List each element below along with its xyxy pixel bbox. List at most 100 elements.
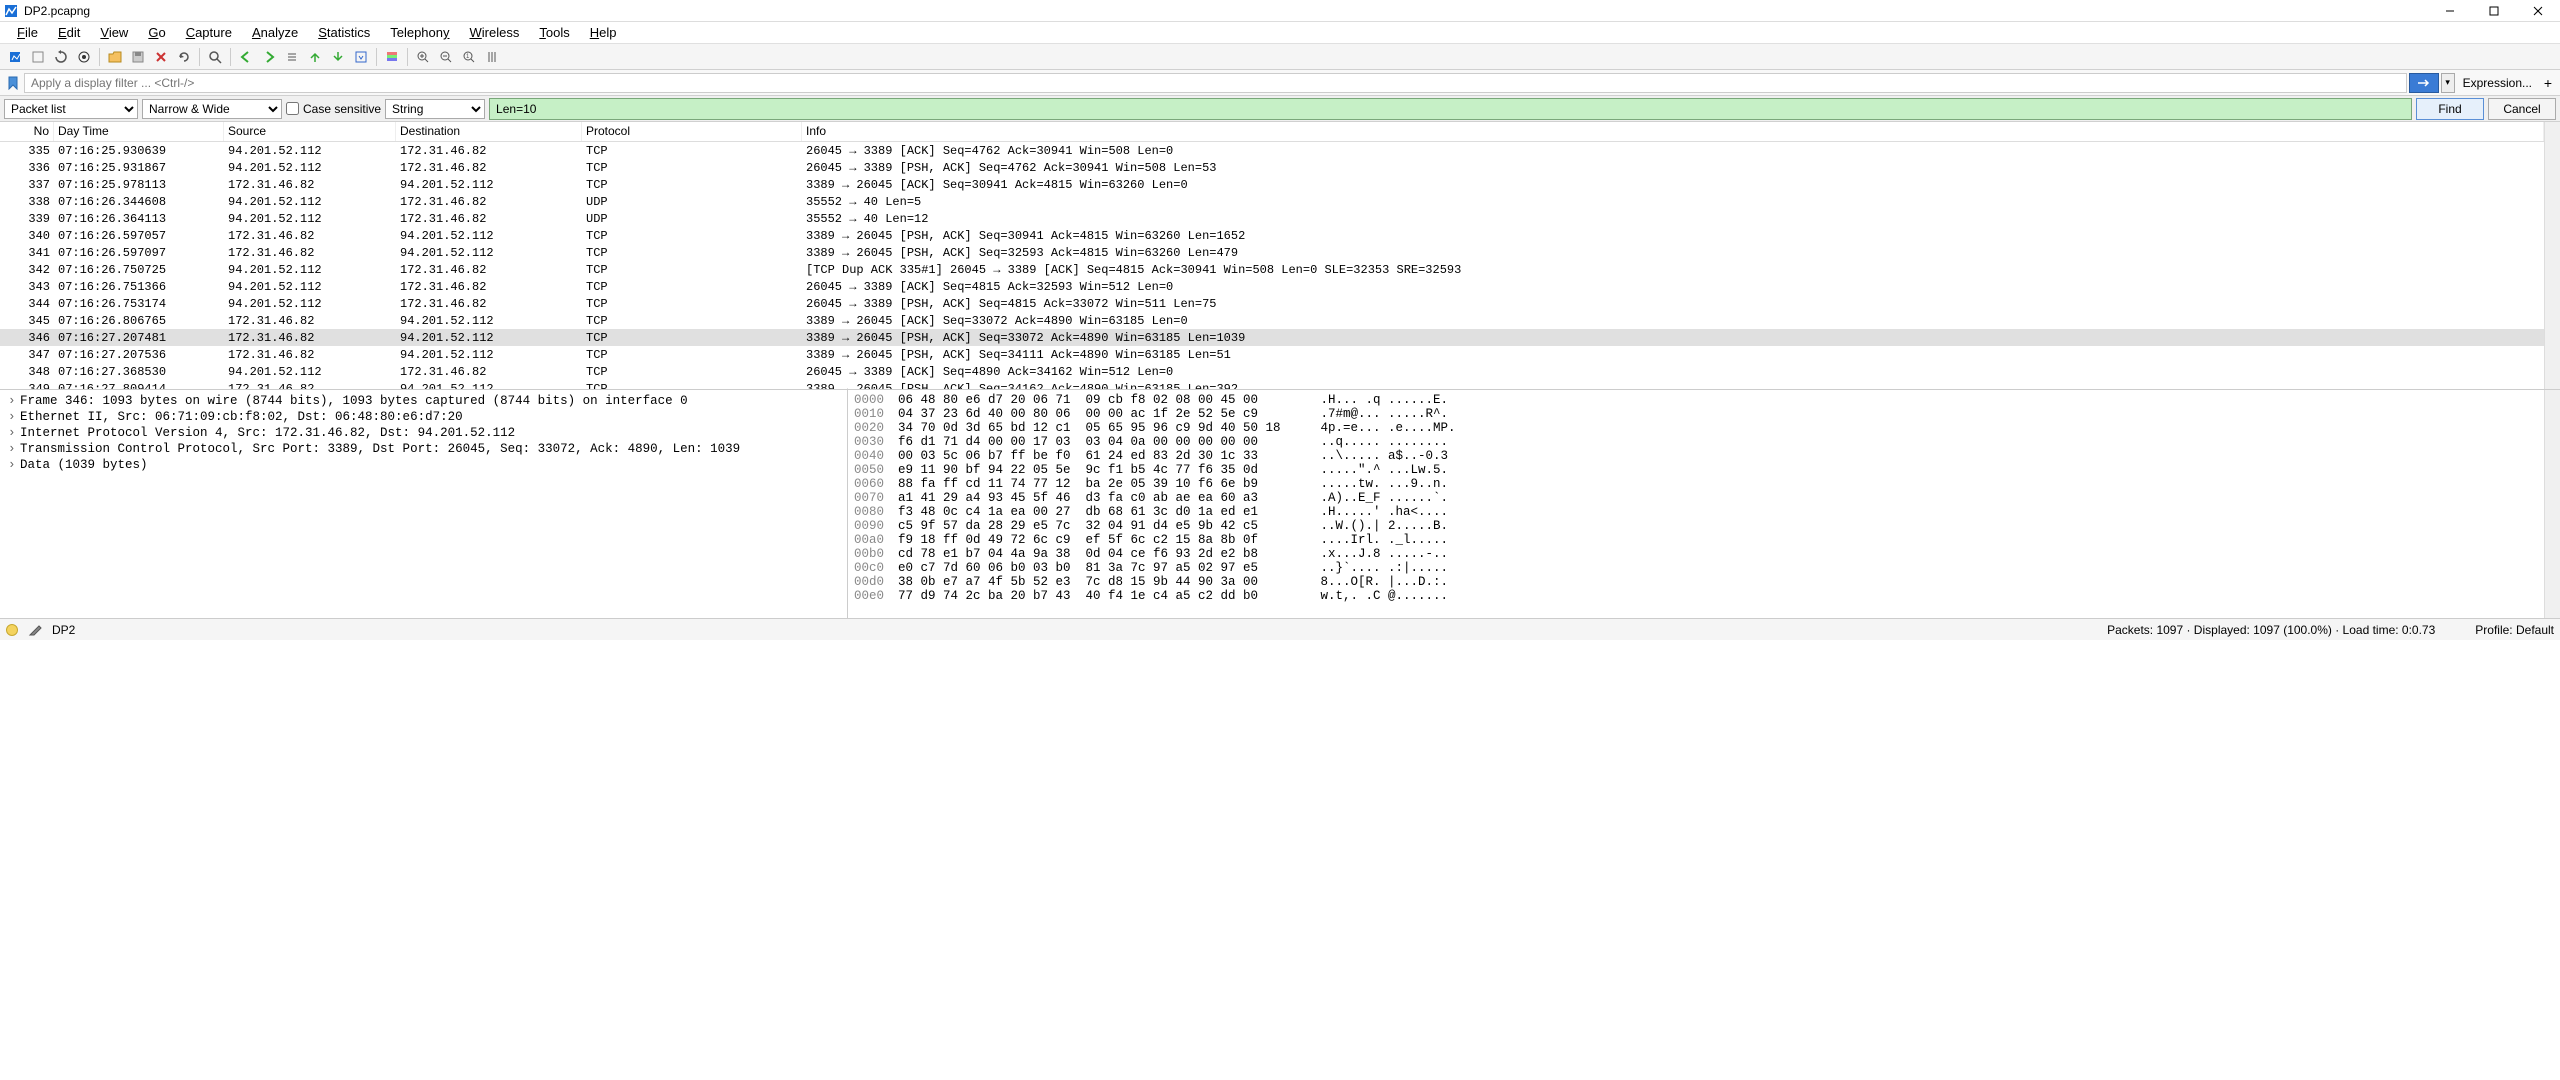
status-packets: Packets: 1097 · Displayed: 1097 (100.0%)… — [2107, 623, 2435, 637]
edit-capture-icon[interactable] — [28, 623, 42, 637]
detail-line[interactable]: ›Ethernet II, Src: 06:71:09:cb:f8:02, Ds… — [0, 409, 847, 425]
go-last-icon[interactable] — [327, 46, 349, 68]
menu-tools[interactable]: Tools — [530, 23, 578, 42]
minimize-button[interactable] — [2428, 0, 2472, 22]
packet-row[interactable]: 34607:16:27.207481172.31.46.8294.201.52.… — [0, 329, 2544, 346]
col-proto[interactable]: Protocol — [582, 122, 802, 141]
detail-line[interactable]: ›Transmission Control Protocol, Src Port… — [0, 441, 847, 457]
col-info[interactable]: Info — [802, 122, 2544, 141]
capture-options-icon[interactable] — [73, 46, 95, 68]
restart-capture-icon[interactable] — [50, 46, 72, 68]
toolbar: 1 — [0, 44, 2560, 70]
find-input[interactable] — [489, 98, 2412, 120]
resize-columns-icon[interactable] — [481, 46, 503, 68]
hex-row[interactable]: 00e077 d9 74 2c ba 20 b7 43 40 f4 1e c4 … — [848, 589, 2544, 603]
hex-row[interactable]: 0050e9 11 90 bf 94 22 05 5e 9c f1 b5 4c … — [848, 463, 2544, 477]
menu-view[interactable]: View — [91, 23, 137, 42]
case-sensitive-checkbox[interactable]: Case sensitive — [286, 102, 381, 116]
hex-row[interactable]: 0070a1 41 29 a4 93 45 5f 46 d3 fa c0 ab … — [848, 491, 2544, 505]
packet-list-header: No Day Time Source Destination Protocol … — [0, 122, 2544, 142]
find-mode-select[interactable]: Narrow & Wide — [142, 99, 282, 119]
packet-row[interactable]: 34907:16:27.809414172.31.46.8294.201.52.… — [0, 380, 2544, 389]
display-filter-input[interactable] — [24, 73, 2407, 93]
zoom-out-icon[interactable] — [435, 46, 457, 68]
bookmark-icon[interactable] — [4, 74, 22, 92]
menu-analyze[interactable]: Analyze — [243, 23, 307, 42]
find-bar: Packet list Narrow & Wide Case sensitive… — [0, 96, 2560, 122]
detail-line[interactable]: ›Internet Protocol Version 4, Src: 172.3… — [0, 425, 847, 441]
packet-bytes[interactable]: 000006 48 80 e6 d7 20 06 71 09 cb f8 02 … — [848, 390, 2544, 618]
stop-capture-icon[interactable] — [27, 46, 49, 68]
bytes-scrollbar[interactable] — [2544, 390, 2560, 618]
packet-row[interactable]: 34407:16:26.75317494.201.52.112172.31.46… — [0, 295, 2544, 312]
find-scope-select[interactable]: Packet list — [4, 99, 138, 119]
col-src[interactable]: Source — [224, 122, 396, 141]
packet-row[interactable]: 34307:16:26.75136694.201.52.112172.31.46… — [0, 278, 2544, 295]
hex-row[interactable]: 004000 03 5c 06 b7 ff be f0 61 24 ed 83 … — [848, 449, 2544, 463]
packet-row[interactable]: 34207:16:26.75072594.201.52.112172.31.46… — [0, 261, 2544, 278]
hex-row[interactable]: 0080f3 48 0c c4 1a ea 00 27 db 68 61 3c … — [848, 505, 2544, 519]
hex-row[interactable]: 00a0f9 18 ff 0d 49 72 6c c9 ef 5f 6c c2 … — [848, 533, 2544, 547]
packet-row[interactable]: 33907:16:26.36411394.201.52.112172.31.46… — [0, 210, 2544, 227]
menu-telephony[interactable]: Telephony — [381, 23, 458, 42]
status-file: DP2 — [52, 623, 75, 637]
auto-scroll-icon[interactable] — [350, 46, 372, 68]
packet-row[interactable]: 33707:16:25.978113172.31.46.8294.201.52.… — [0, 176, 2544, 193]
expert-info-icon[interactable] — [6, 624, 18, 636]
packet-details[interactable]: ›Frame 346: 1093 bytes on wire (8744 bit… — [0, 390, 848, 618]
zoom-in-icon[interactable] — [412, 46, 434, 68]
packet-row[interactable]: 34807:16:27.36853094.201.52.112172.31.46… — [0, 363, 2544, 380]
filter-history-dropdown[interactable]: ▾ — [2441, 73, 2455, 93]
find-button[interactable]: Find — [2416, 98, 2484, 120]
packet-row[interactable]: 34707:16:27.207536172.31.46.8294.201.52.… — [0, 346, 2544, 363]
go-first-icon[interactable] — [304, 46, 326, 68]
hex-row[interactable]: 0090c5 9f 57 da 28 29 e5 7c 32 04 91 d4 … — [848, 519, 2544, 533]
hex-row[interactable]: 006088 fa ff cd 11 74 77 12 ba 2e 05 39 … — [848, 477, 2544, 491]
go-back-icon[interactable] — [235, 46, 257, 68]
packet-row[interactable]: 33607:16:25.93186794.201.52.112172.31.46… — [0, 159, 2544, 176]
apply-filter-button[interactable] — [2409, 73, 2439, 93]
col-dst[interactable]: Destination — [396, 122, 582, 141]
packet-row[interactable]: 33507:16:25.93063994.201.52.112172.31.46… — [0, 142, 2544, 159]
detail-line[interactable]: ›Frame 346: 1093 bytes on wire (8744 bit… — [0, 393, 847, 409]
menu-statistics[interactable]: Statistics — [309, 23, 379, 42]
hex-row[interactable]: 001004 37 23 6d 40 00 80 06 00 00 ac 1f … — [848, 407, 2544, 421]
zoom-reset-icon[interactable]: 1 — [458, 46, 480, 68]
col-time[interactable]: Day Time — [54, 122, 224, 141]
packet-row[interactable]: 34507:16:26.806765172.31.46.8294.201.52.… — [0, 312, 2544, 329]
hex-row[interactable]: 002034 70 0d 3d 65 bd 12 c1 05 65 95 96 … — [848, 421, 2544, 435]
menu-edit[interactable]: Edit — [49, 23, 89, 42]
maximize-button[interactable] — [2472, 0, 2516, 22]
col-no[interactable]: No — [0, 122, 54, 141]
status-profile[interactable]: Profile: Default — [2475, 623, 2554, 637]
packet-row[interactable]: 34007:16:26.597057172.31.46.8294.201.52.… — [0, 227, 2544, 244]
reload-file-icon[interactable] — [173, 46, 195, 68]
menu-wireless[interactable]: Wireless — [461, 23, 529, 42]
hex-row[interactable]: 00d038 0b e7 a7 4f 5b 52 e3 7c d8 15 9b … — [848, 575, 2544, 589]
menu-help[interactable]: Help — [581, 23, 626, 42]
close-button[interactable] — [2516, 0, 2560, 22]
detail-line[interactable]: ›Data (1039 bytes) — [0, 457, 847, 473]
packet-row[interactable]: 33807:16:26.34460894.201.52.112172.31.46… — [0, 193, 2544, 210]
save-file-icon[interactable] — [127, 46, 149, 68]
menu-capture[interactable]: Capture — [177, 23, 241, 42]
cancel-button[interactable]: Cancel — [2488, 98, 2556, 120]
start-capture-icon[interactable] — [4, 46, 26, 68]
menu-go[interactable]: Go — [139, 23, 174, 42]
add-filter-button[interactable]: + — [2540, 73, 2556, 93]
hex-row[interactable]: 000006 48 80 e6 d7 20 06 71 09 cb f8 02 … — [848, 393, 2544, 407]
colorize-icon[interactable] — [381, 46, 403, 68]
go-forward-icon[interactable] — [258, 46, 280, 68]
find-type-select[interactable]: String — [385, 99, 485, 119]
packet-list-scrollbar[interactable] — [2544, 122, 2560, 389]
open-file-icon[interactable] — [104, 46, 126, 68]
menu-file[interactable]: File — [8, 23, 47, 42]
hex-row[interactable]: 00b0cd 78 e1 b7 04 4a 9a 38 0d 04 ce f6 … — [848, 547, 2544, 561]
hex-row[interactable]: 00c0e0 c7 7d 60 06 b0 03 b0 81 3a 7c 97 … — [848, 561, 2544, 575]
find-packet-icon[interactable] — [204, 46, 226, 68]
go-to-packet-icon[interactable] — [281, 46, 303, 68]
hex-row[interactable]: 0030f6 d1 71 d4 00 00 17 03 03 04 0a 00 … — [848, 435, 2544, 449]
expression-button[interactable]: Expression... — [2457, 74, 2538, 92]
packet-row[interactable]: 34107:16:26.597097172.31.46.8294.201.52.… — [0, 244, 2544, 261]
close-file-icon[interactable] — [150, 46, 172, 68]
